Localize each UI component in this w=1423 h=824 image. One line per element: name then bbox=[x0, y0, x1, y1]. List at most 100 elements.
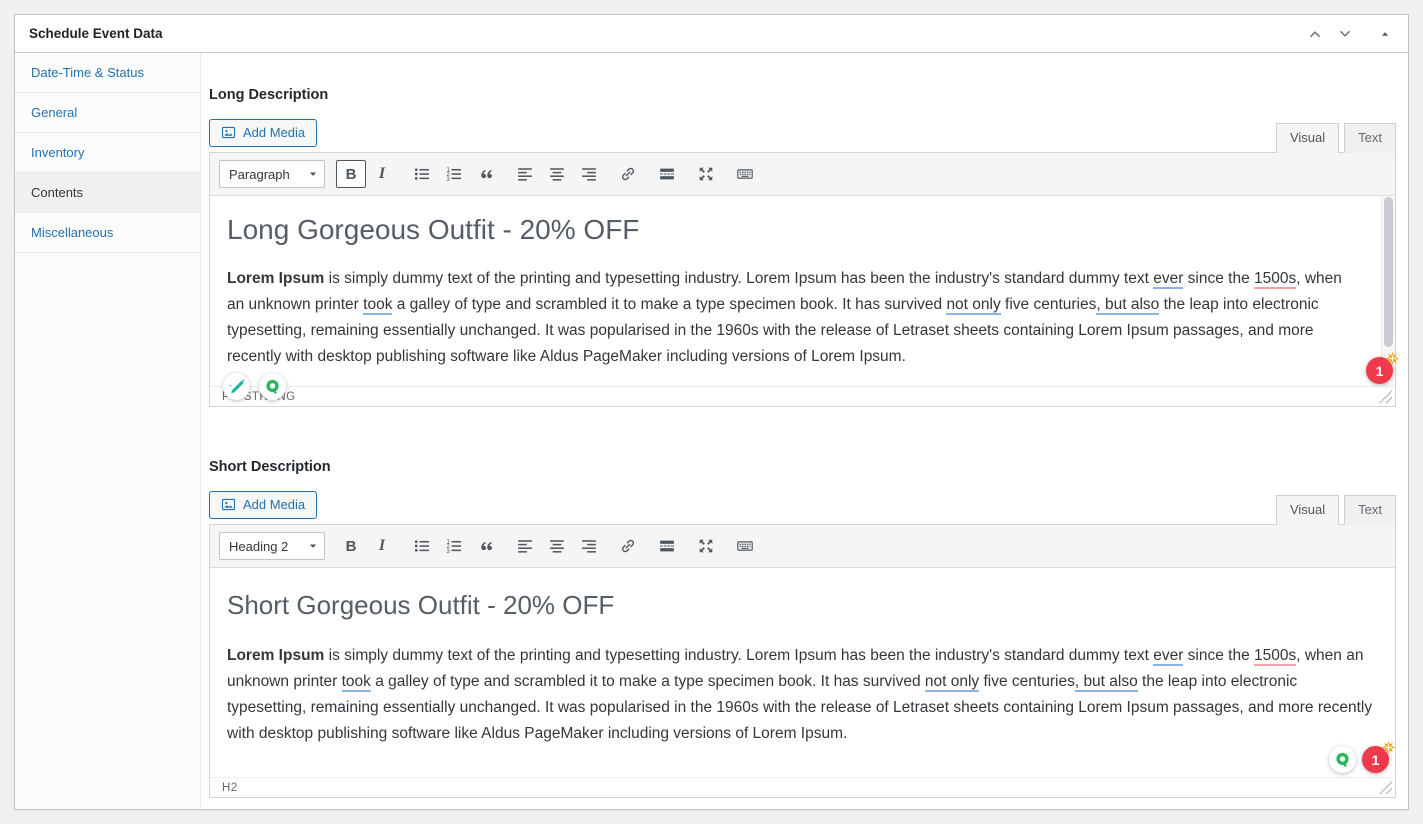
numbered-list-icon: 123 bbox=[445, 165, 463, 183]
content-heading: Long Gorgeous Outfit - 20% OFF bbox=[227, 214, 1363, 246]
chevron-down-icon bbox=[1336, 25, 1354, 43]
sidebar-item-inventory[interactable]: Inventory bbox=[15, 133, 200, 173]
bulleted-list-button[interactable] bbox=[407, 532, 437, 560]
italic-icon: I bbox=[379, 537, 387, 555]
text-segment: is simply dummy text of the printing and… bbox=[324, 270, 1153, 287]
suggestion-underline-blue[interactable]: not only bbox=[925, 673, 979, 692]
insert-read-more-button[interactable] bbox=[652, 160, 682, 188]
italic-button[interactable]: I bbox=[368, 532, 398, 560]
resize-handle[interactable] bbox=[1379, 390, 1392, 403]
suggestion-underline-blue[interactable]: ever bbox=[1153, 270, 1183, 289]
writing-assistant-icon[interactable] bbox=[1329, 746, 1356, 773]
editor-toolbar: Heading 2 B I 123 bbox=[210, 525, 1395, 568]
editor-statusbar: P » STRONG bbox=[210, 386, 1395, 406]
toolbar-toggle-button[interactable] bbox=[730, 160, 760, 188]
blockquote-button[interactable] bbox=[471, 160, 501, 188]
sidebar-item-miscellaneous[interactable]: Miscellaneous bbox=[15, 213, 200, 253]
premium-star-icon bbox=[1382, 741, 1395, 754]
scrollbar-thumb[interactable] bbox=[1384, 197, 1393, 347]
suggestion-underline-red[interactable]: 1500s bbox=[1254, 647, 1296, 666]
align-left-button[interactable] bbox=[510, 160, 540, 188]
editor-mode-tabs: Visual Text bbox=[1276, 494, 1396, 524]
insert-link-icon bbox=[619, 537, 637, 555]
align-right-button[interactable] bbox=[574, 160, 604, 188]
blockquote-button[interactable] bbox=[471, 532, 501, 560]
sidebar-item-contents[interactable]: Contents bbox=[15, 173, 200, 213]
toolbar-buttons: BI 123 bbox=[336, 160, 760, 188]
bold-button[interactable]: B bbox=[336, 532, 366, 560]
metabox-header: Schedule Event Data bbox=[15, 15, 1408, 53]
text-segment: Lorem Ipsum bbox=[227, 270, 324, 287]
toolbar-toggle-icon bbox=[736, 537, 754, 555]
element-path[interactable]: H2 bbox=[222, 782, 238, 794]
insert-read-more-button[interactable] bbox=[652, 532, 682, 560]
fullscreen-button[interactable] bbox=[691, 532, 721, 560]
media-icon bbox=[221, 497, 236, 512]
move-up-button[interactable] bbox=[1300, 19, 1330, 49]
grammarly-alert-badge[interactable]: 1 bbox=[1366, 357, 1393, 384]
tab-text[interactable]: Text bbox=[1344, 495, 1396, 525]
suggestion-underline-red[interactable]: 1500s bbox=[1254, 270, 1296, 289]
metabox-handle-actions bbox=[1300, 19, 1400, 49]
align-center-button[interactable] bbox=[542, 160, 572, 188]
bold-button[interactable]: B bbox=[336, 160, 366, 188]
suggestion-underline-blue[interactable]: took bbox=[342, 673, 371, 692]
numbered-list-button[interactable]: 123 bbox=[439, 532, 469, 560]
move-down-button[interactable] bbox=[1330, 19, 1360, 49]
suggestion-underline-blue[interactable]: , but also bbox=[1096, 296, 1159, 315]
editor-mode-tabs: Visual Text bbox=[1276, 122, 1396, 152]
italic-icon: I bbox=[379, 165, 387, 183]
short-description-section: Short Description Add Media Visual Text bbox=[209, 459, 1396, 798]
grammarly-alert-badge[interactable]: 1 bbox=[1362, 746, 1389, 773]
numbered-list-icon: 123 bbox=[445, 537, 463, 555]
long-description-section: Long Description Add Media Visual Text bbox=[209, 87, 1396, 407]
fullscreen-button[interactable] bbox=[691, 160, 721, 188]
align-center-button[interactable] bbox=[542, 532, 572, 560]
metabox-title: Schedule Event Data bbox=[29, 26, 163, 41]
align-left-button[interactable] bbox=[510, 532, 540, 560]
content-paragraph: Lorem Ipsum is simply dummy text of the … bbox=[227, 266, 1363, 370]
suggestion-underline-blue[interactable]: ever bbox=[1153, 647, 1183, 666]
format-dropdown[interactable]: Paragraph bbox=[219, 160, 325, 188]
writing-assistant-icon[interactable] bbox=[259, 373, 286, 400]
numbered-list-button[interactable]: 123 bbox=[439, 160, 469, 188]
align-center-icon bbox=[548, 537, 566, 555]
italic-button[interactable]: I bbox=[368, 160, 398, 188]
editor-canvas[interactable]: Long Gorgeous Outfit - 20% OFF Lorem Ips… bbox=[210, 196, 1395, 386]
sidebar-item-general[interactable]: General bbox=[15, 93, 200, 133]
insert-link-icon bbox=[619, 165, 637, 183]
insert-link-button[interactable] bbox=[613, 160, 643, 188]
add-media-button[interactable]: Add Media bbox=[209, 491, 317, 519]
sidebar-item-date-time-status[interactable]: Date-Time & Status bbox=[15, 53, 200, 93]
align-right-button[interactable] bbox=[574, 532, 604, 560]
grammarly-badges: 1 bbox=[1329, 746, 1389, 773]
tab-text[interactable]: Text bbox=[1344, 123, 1396, 153]
collapse-toggle-button[interactable] bbox=[1370, 19, 1400, 49]
align-center-icon bbox=[548, 165, 566, 183]
editor-canvas[interactable]: Short Gorgeous Outfit - 20% OFF Lorem Ip… bbox=[210, 568, 1395, 777]
insert-link-button[interactable] bbox=[613, 532, 643, 560]
text-segment: a galley of type and scrambled it to mak… bbox=[371, 673, 925, 690]
toolbar-buttons: B I 123 bbox=[336, 532, 760, 560]
editor-tools-long: Add Media Visual Text bbox=[209, 119, 1396, 152]
chevron-down-icon bbox=[305, 538, 321, 554]
triangle-up-icon bbox=[1378, 27, 1392, 41]
resize-handle[interactable] bbox=[1379, 781, 1392, 794]
tab-visual[interactable]: Visual bbox=[1276, 495, 1339, 525]
format-dropdown[interactable]: Heading 2 bbox=[219, 532, 325, 560]
tab-visual[interactable]: Visual bbox=[1276, 123, 1339, 153]
media-icon bbox=[221, 125, 236, 140]
suggestion-underline-blue[interactable]: not only bbox=[946, 296, 1000, 315]
toolbar-toggle-button[interactable] bbox=[730, 532, 760, 560]
bulleted-list-button[interactable] bbox=[407, 160, 437, 188]
short-description-title: Short Description bbox=[209, 459, 1396, 475]
bold-icon: B bbox=[346, 538, 357, 555]
suggestion-underline-blue[interactable]: took bbox=[363, 296, 392, 315]
fullscreen-icon bbox=[697, 165, 715, 183]
panel-content: Long Description Add Media Visual Text bbox=[201, 53, 1408, 809]
add-media-button[interactable]: Add Media bbox=[209, 119, 317, 147]
ai-edit-pencil-icon[interactable] bbox=[223, 373, 250, 400]
insert-read-more-icon bbox=[658, 537, 676, 555]
suggestion-underline-blue[interactable]: , but also bbox=[1075, 673, 1138, 692]
editor-toolbar: Paragraph BI 123 bbox=[210, 153, 1395, 196]
